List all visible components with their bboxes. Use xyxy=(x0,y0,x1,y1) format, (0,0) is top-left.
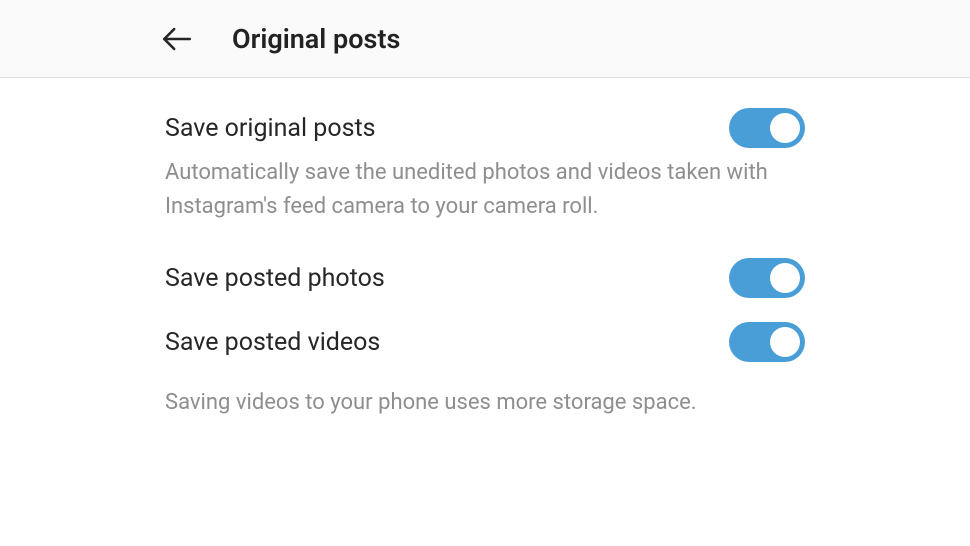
setting-label-save-original: Save original posts xyxy=(165,114,376,143)
toggle-knob xyxy=(770,263,800,293)
toggle-save-photos[interactable] xyxy=(729,258,805,298)
setting-save-photos: Save posted photos xyxy=(165,258,805,298)
toggle-save-videos[interactable] xyxy=(729,322,805,362)
setting-save-videos: Save posted videos xyxy=(165,322,805,362)
setting-save-original: Save original posts xyxy=(165,108,805,148)
description-save-original: Automatically save the unedited photos a… xyxy=(165,156,785,224)
back-arrow-icon[interactable] xyxy=(160,22,194,56)
page-title: Original posts xyxy=(232,23,400,55)
setting-label-save-photos: Save posted photos xyxy=(165,264,385,293)
toggle-knob xyxy=(770,327,800,357)
setting-label-save-videos: Save posted videos xyxy=(165,328,380,357)
settings-content: Save original posts Automatically save t… xyxy=(0,78,970,420)
toggle-save-original[interactable] xyxy=(729,108,805,148)
header: Original posts xyxy=(0,0,970,78)
description-save-videos: Saving videos to your phone uses more st… xyxy=(165,386,785,420)
toggle-knob xyxy=(770,113,800,143)
